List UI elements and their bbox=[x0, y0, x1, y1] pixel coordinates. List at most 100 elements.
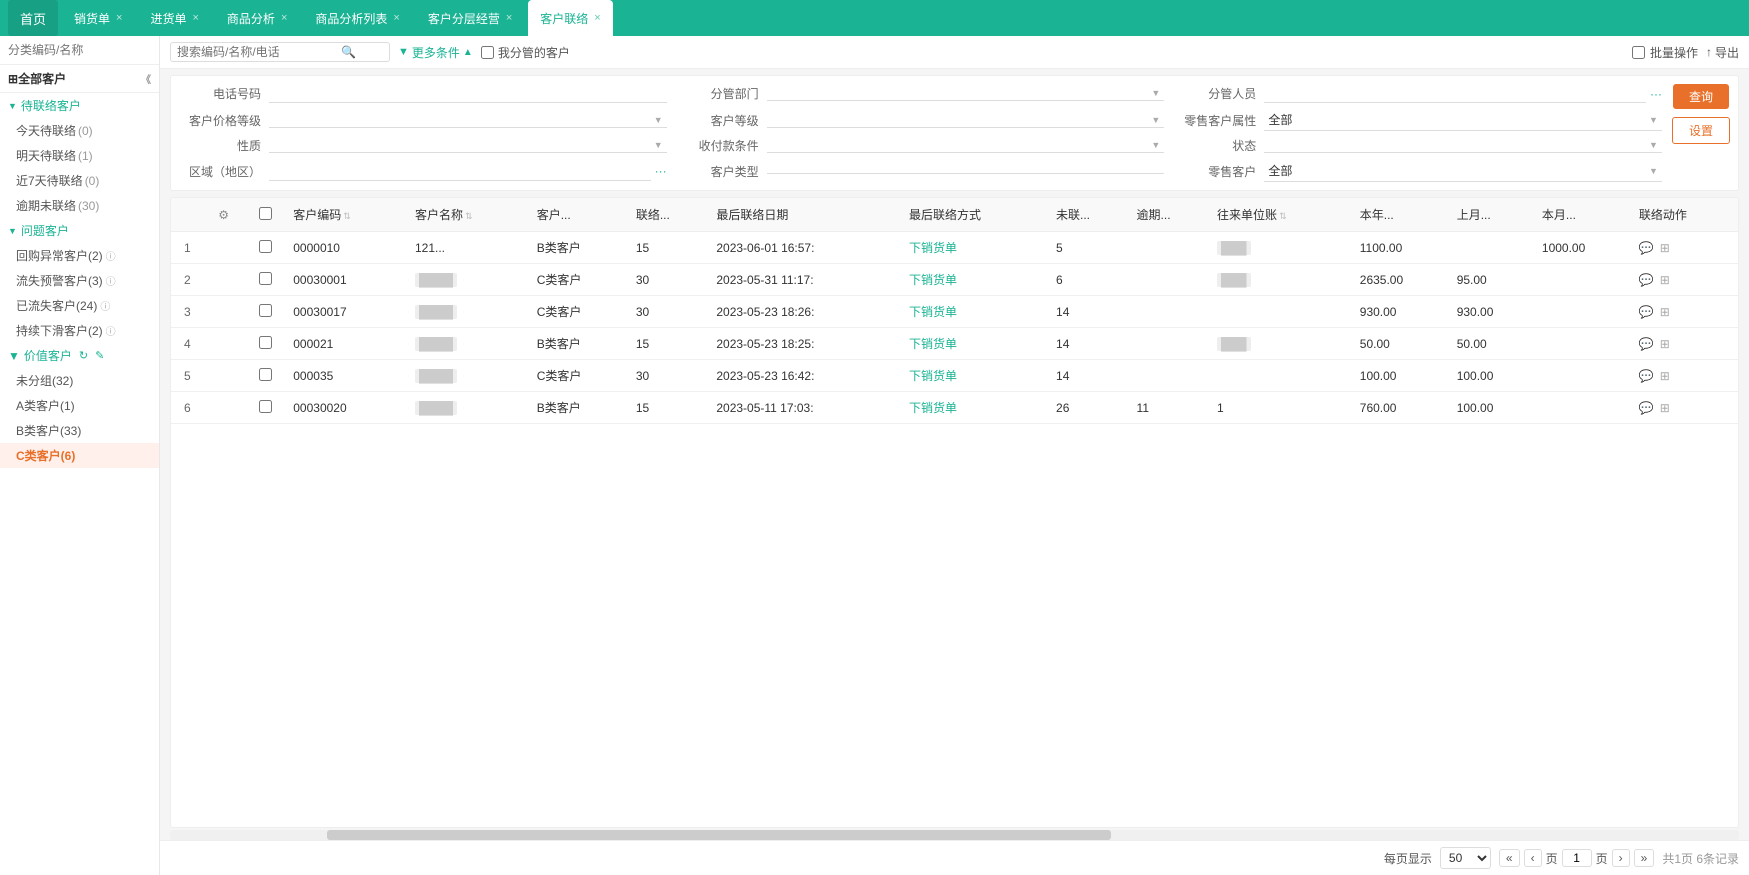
export-btn[interactable]: ↑ 导出 bbox=[1706, 44, 1739, 61]
batch-op-btn[interactable]: 批量操作 bbox=[1632, 44, 1698, 61]
sidebar-item-tomorrow-pending[interactable]: 明天待联络(1) bbox=[0, 143, 159, 168]
nav-customer-tier-close[interactable]: × bbox=[506, 12, 512, 24]
row-checkbox[interactable] bbox=[259, 400, 272, 413]
row-checkbox[interactable] bbox=[259, 240, 272, 253]
person-input[interactable] bbox=[1264, 84, 1646, 103]
sidebar-problem-group[interactable]: ▼ 问题客户 bbox=[0, 218, 159, 243]
action-grid-icon[interactable]: ⊞ bbox=[1660, 305, 1670, 319]
trans-sort-icon[interactable]: ⇅ bbox=[1279, 211, 1287, 221]
last-method-link[interactable]: 下销货单 bbox=[909, 273, 957, 287]
horizontal-scrollbar[interactable] bbox=[170, 830, 1739, 840]
sidebar-item-ungrouped[interactable]: 未分组(32) bbox=[0, 368, 159, 393]
action-grid-icon[interactable]: ⊞ bbox=[1660, 369, 1670, 383]
sidebar-item-churn-warning[interactable]: 流失预警客户(3)ⓘ bbox=[0, 268, 159, 293]
sidebar-item-churned[interactable]: 已流失客户(24)ⓘ bbox=[0, 293, 159, 318]
sidebar-item-class-b[interactable]: B类客户(33) bbox=[0, 418, 159, 443]
more-conditions-btn[interactable]: ▼ 更多条件 ▲ bbox=[398, 44, 473, 61]
row-this-month bbox=[1536, 392, 1633, 424]
last-page-btn[interactable]: » bbox=[1634, 849, 1655, 867]
page-input[interactable] bbox=[1562, 849, 1592, 867]
last-method-link[interactable]: 下销货单 bbox=[909, 401, 957, 415]
first-page-btn[interactable]: « bbox=[1499, 849, 1520, 867]
region-ellipsis[interactable]: ··· bbox=[651, 164, 667, 178]
collapse-icon[interactable]: 《 bbox=[141, 71, 151, 86]
info-icon-3: ⓘ bbox=[100, 298, 110, 313]
select-all-checkbox[interactable] bbox=[259, 207, 272, 220]
row-checkbox[interactable] bbox=[259, 336, 272, 349]
payment-select[interactable]: ▼ bbox=[767, 138, 1165, 153]
sidebar-pending-group[interactable]: ▼ 待联络客户 bbox=[0, 93, 159, 118]
action-chat-icon[interactable]: 💬 bbox=[1639, 401, 1654, 415]
sidebar-value-group[interactable]: ▼ 价值客户 ↻ ✎ bbox=[0, 343, 159, 368]
nav-sales[interactable]: 销货单 × bbox=[62, 0, 134, 36]
sidebar-item-declining[interactable]: 持续下滑客户(2)ⓘ bbox=[0, 318, 159, 343]
row-checkbox[interactable] bbox=[259, 272, 272, 285]
region-input[interactable] bbox=[269, 162, 651, 181]
action-chat-icon[interactable]: 💬 bbox=[1639, 241, 1654, 255]
action-chat-icon[interactable]: 💬 bbox=[1639, 305, 1654, 319]
page-size-select[interactable]: 50 20 100 bbox=[1440, 847, 1491, 869]
nav-analysis-list-close[interactable]: × bbox=[393, 12, 399, 24]
nav-customer-contact[interactable]: 客户联络 × bbox=[528, 0, 612, 36]
retail-customer-select[interactable]: 全部 ▼ bbox=[1264, 160, 1662, 182]
last-method-link[interactable]: 下销货单 bbox=[909, 369, 957, 383]
sidebar-all-customers[interactable]: ⊞ 全部客户 《 bbox=[0, 65, 159, 93]
action-grid-icon[interactable]: ⊞ bbox=[1660, 273, 1670, 287]
action-chat-icon[interactable]: 💬 bbox=[1639, 369, 1654, 383]
query-button[interactable]: 查询 bbox=[1673, 84, 1729, 109]
action-chat-icon[interactable]: 💬 bbox=[1639, 273, 1654, 287]
nav-analysis-list[interactable]: 商品分析列表 × bbox=[303, 0, 411, 36]
my-customers-input[interactable] bbox=[481, 46, 494, 59]
next-page-btn[interactable]: › bbox=[1612, 849, 1630, 867]
search-icon[interactable]: 🔍 bbox=[341, 45, 356, 59]
nav-analysis[interactable]: 商品分析 × bbox=[215, 0, 299, 36]
value-refresh-icon[interactable]: ↻ bbox=[79, 349, 88, 362]
nav-analysis-close[interactable]: × bbox=[281, 12, 287, 24]
name-sort-icon[interactable]: ⇅ bbox=[465, 211, 473, 221]
nav-customer-tier[interactable]: 客户分层经营 × bbox=[416, 0, 524, 36]
retail-attr-select[interactable]: 全部 ▼ bbox=[1264, 109, 1662, 131]
action-grid-icon[interactable]: ⊞ bbox=[1660, 241, 1670, 255]
my-customers-checkbox[interactable]: 我分管的客户 bbox=[481, 44, 570, 61]
nav-purchase[interactable]: 进货单 × bbox=[138, 0, 210, 36]
col-gear[interactable]: ⚙ bbox=[204, 198, 244, 232]
prev-page-btn[interactable]: ‹ bbox=[1524, 849, 1542, 867]
price-down-icon: ▼ bbox=[654, 115, 663, 125]
customer-level-select[interactable]: ▼ bbox=[767, 113, 1165, 128]
nav-customer-contact-close[interactable]: × bbox=[594, 12, 600, 24]
batch-checkbox[interactable] bbox=[1632, 46, 1645, 59]
action-grid-icon[interactable]: ⊞ bbox=[1660, 401, 1670, 415]
search-input[interactable] bbox=[177, 45, 337, 59]
sidebar-item-repurchase-anomaly[interactable]: 回购异常客户(2)ⓘ bbox=[0, 243, 159, 268]
action-icons: 💬 ⊞ bbox=[1639, 273, 1732, 287]
customer-type-select[interactable] bbox=[767, 169, 1165, 174]
code-sort-icon[interactable]: ⇅ bbox=[343, 211, 351, 221]
last-method-link[interactable]: 下销货单 bbox=[909, 305, 957, 319]
filter-retail-customer: 零售客户 全部 ▼ bbox=[1174, 160, 1662, 182]
status-select[interactable]: ▼ bbox=[1264, 138, 1662, 153]
price-level-select[interactable]: ▼ bbox=[269, 113, 667, 128]
action-grid-icon[interactable]: ⊞ bbox=[1660, 337, 1670, 351]
row-checkbox[interactable] bbox=[259, 304, 272, 317]
last-method-link[interactable]: 下销货单 bbox=[909, 337, 957, 351]
row-checkbox[interactable] bbox=[259, 368, 272, 381]
phone-input[interactable] bbox=[269, 84, 667, 103]
dept-select[interactable]: ▼ bbox=[767, 86, 1165, 101]
nav-purchase-close[interactable]: × bbox=[192, 12, 198, 24]
last-method-link[interactable]: 下销货单 bbox=[909, 241, 957, 255]
sidebar-item-7days-pending[interactable]: 近7天待联络(0) bbox=[0, 168, 159, 193]
sidebar-item-class-c[interactable]: C类客户(6) bbox=[0, 443, 159, 468]
nav-home[interactable]: 首页 bbox=[8, 0, 58, 36]
row-code: 000035 bbox=[287, 360, 409, 392]
set-button[interactable]: 设置 bbox=[1672, 117, 1730, 144]
action-chat-icon[interactable]: 💬 bbox=[1639, 337, 1654, 351]
sidebar-item-class-a[interactable]: A类客户(1) bbox=[0, 393, 159, 418]
sidebar-item-overdue-pending[interactable]: 逾期未联络(30) bbox=[0, 193, 159, 218]
sidebar-item-today-pending[interactable]: 今天待联络(0) bbox=[0, 118, 159, 143]
person-ellipsis[interactable]: ··· bbox=[1646, 87, 1662, 101]
value-edit-icon[interactable]: ✎ bbox=[95, 349, 104, 362]
nature-select[interactable]: ▼ bbox=[269, 138, 667, 153]
sidebar-search-input[interactable] bbox=[8, 43, 160, 57]
nav-sales-close[interactable]: × bbox=[116, 12, 122, 24]
row-last-method: 下销货单 bbox=[903, 296, 1050, 328]
